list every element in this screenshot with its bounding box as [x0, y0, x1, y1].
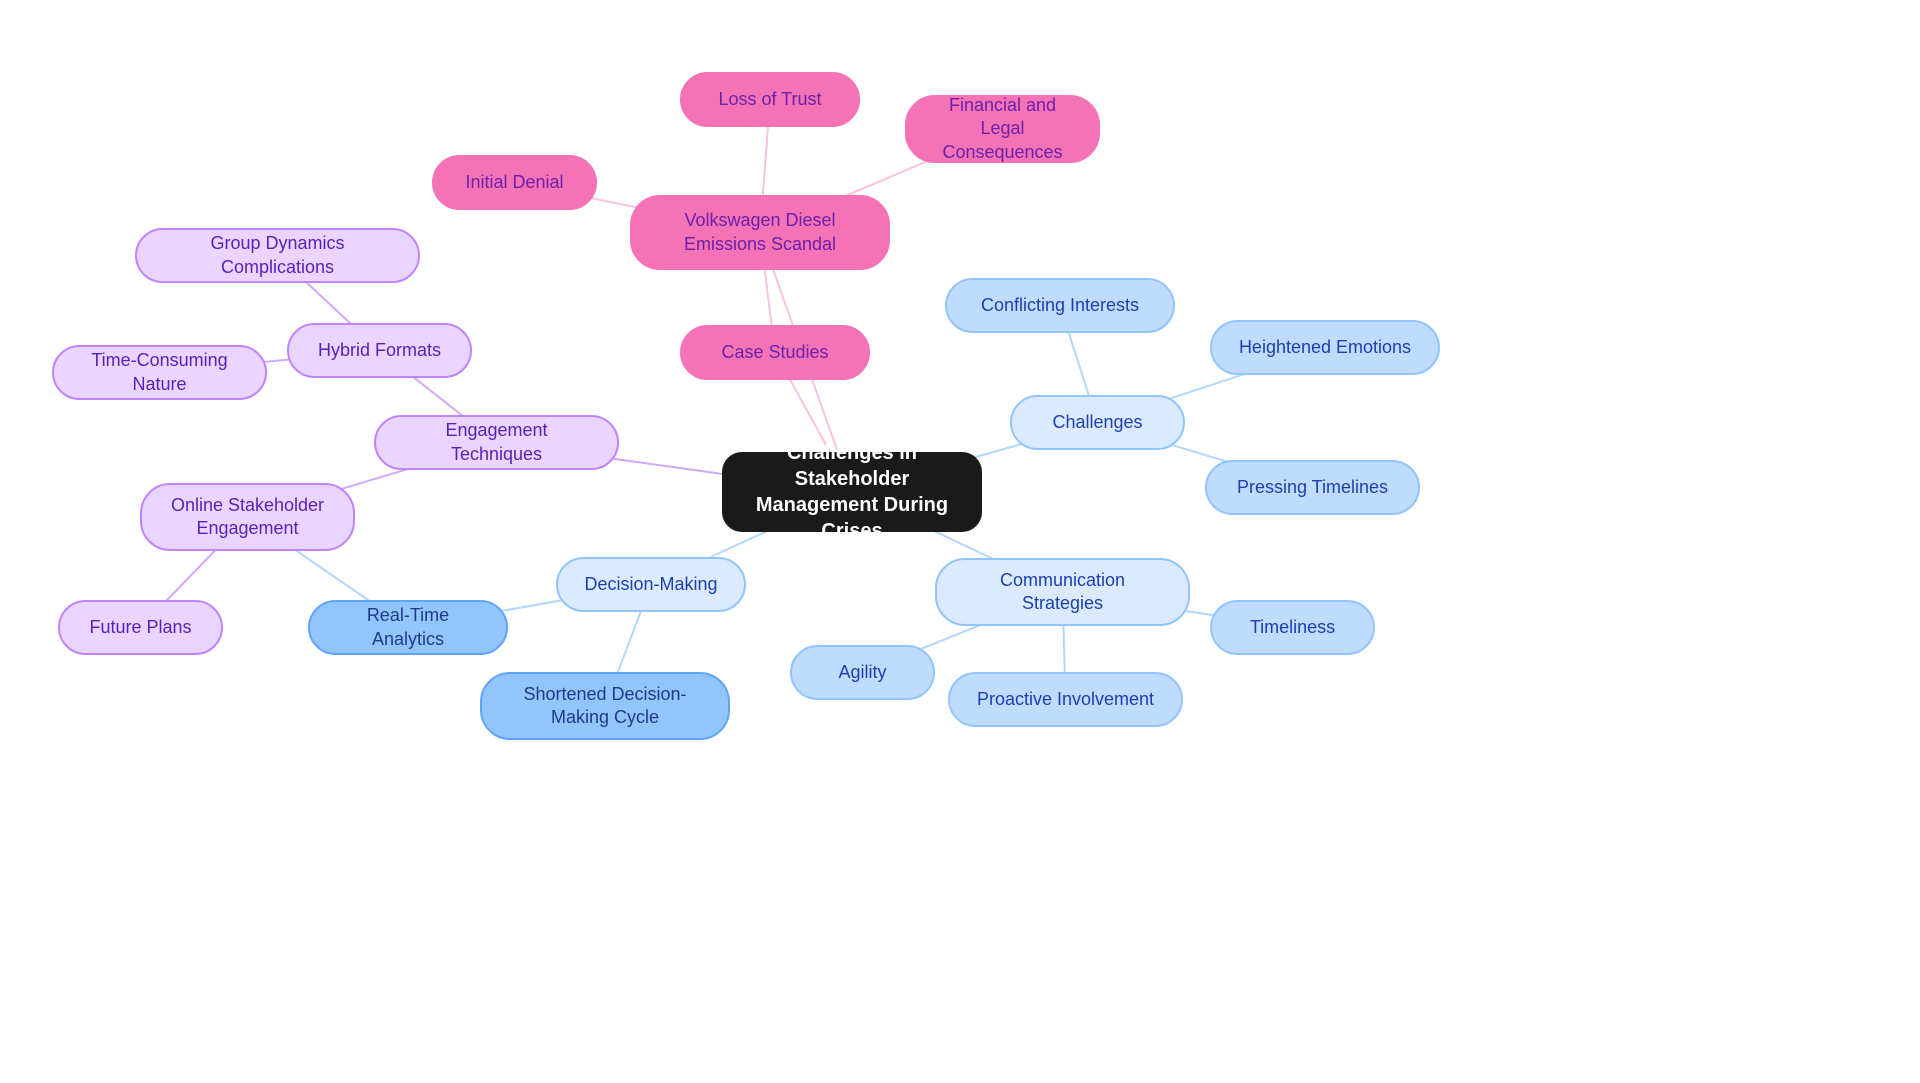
online-stakeholder-node: Online Stakeholder Engagement [140, 483, 355, 551]
financial-legal-node: Financial and Legal Consequences [905, 95, 1100, 163]
pressing-timelines-node: Pressing Timelines [1205, 460, 1420, 515]
decision-making-node: Decision-Making [556, 557, 746, 612]
case-studies-node: Case Studies [680, 325, 870, 380]
future-plans-node: Future Plans [58, 600, 223, 655]
conflicting-interests-node: Conflicting Interests [945, 278, 1175, 333]
group-dynamics-node: Group Dynamics Complications [135, 228, 420, 283]
agility-node: Agility [790, 645, 935, 700]
time-consuming-node: Time-Consuming Nature [52, 345, 267, 400]
shortened-cycle-node: Shortened Decision-Making Cycle [480, 672, 730, 740]
timeliness-node: Timeliness [1210, 600, 1375, 655]
volkswagen-node: Volkswagen Diesel Emissions Scandal [630, 195, 890, 270]
proactive-involvement-node: Proactive Involvement [948, 672, 1183, 727]
initial-denial-node: Initial Denial [432, 155, 597, 210]
comm-strategies-node: Communication Strategies [935, 558, 1190, 626]
engagement-techniques-node: Engagement Techniques [374, 415, 619, 470]
loss-of-trust-node: Loss of Trust [680, 72, 860, 127]
center-node: Challenges in Stakeholder Management Dur… [722, 452, 982, 532]
hybrid-formats-node: Hybrid Formats [287, 323, 472, 378]
heightened-emotions-node: Heightened Emotions [1210, 320, 1440, 375]
real-time-analytics-node: Real-Time Analytics [308, 600, 508, 655]
challenges-node: Challenges [1010, 395, 1185, 450]
